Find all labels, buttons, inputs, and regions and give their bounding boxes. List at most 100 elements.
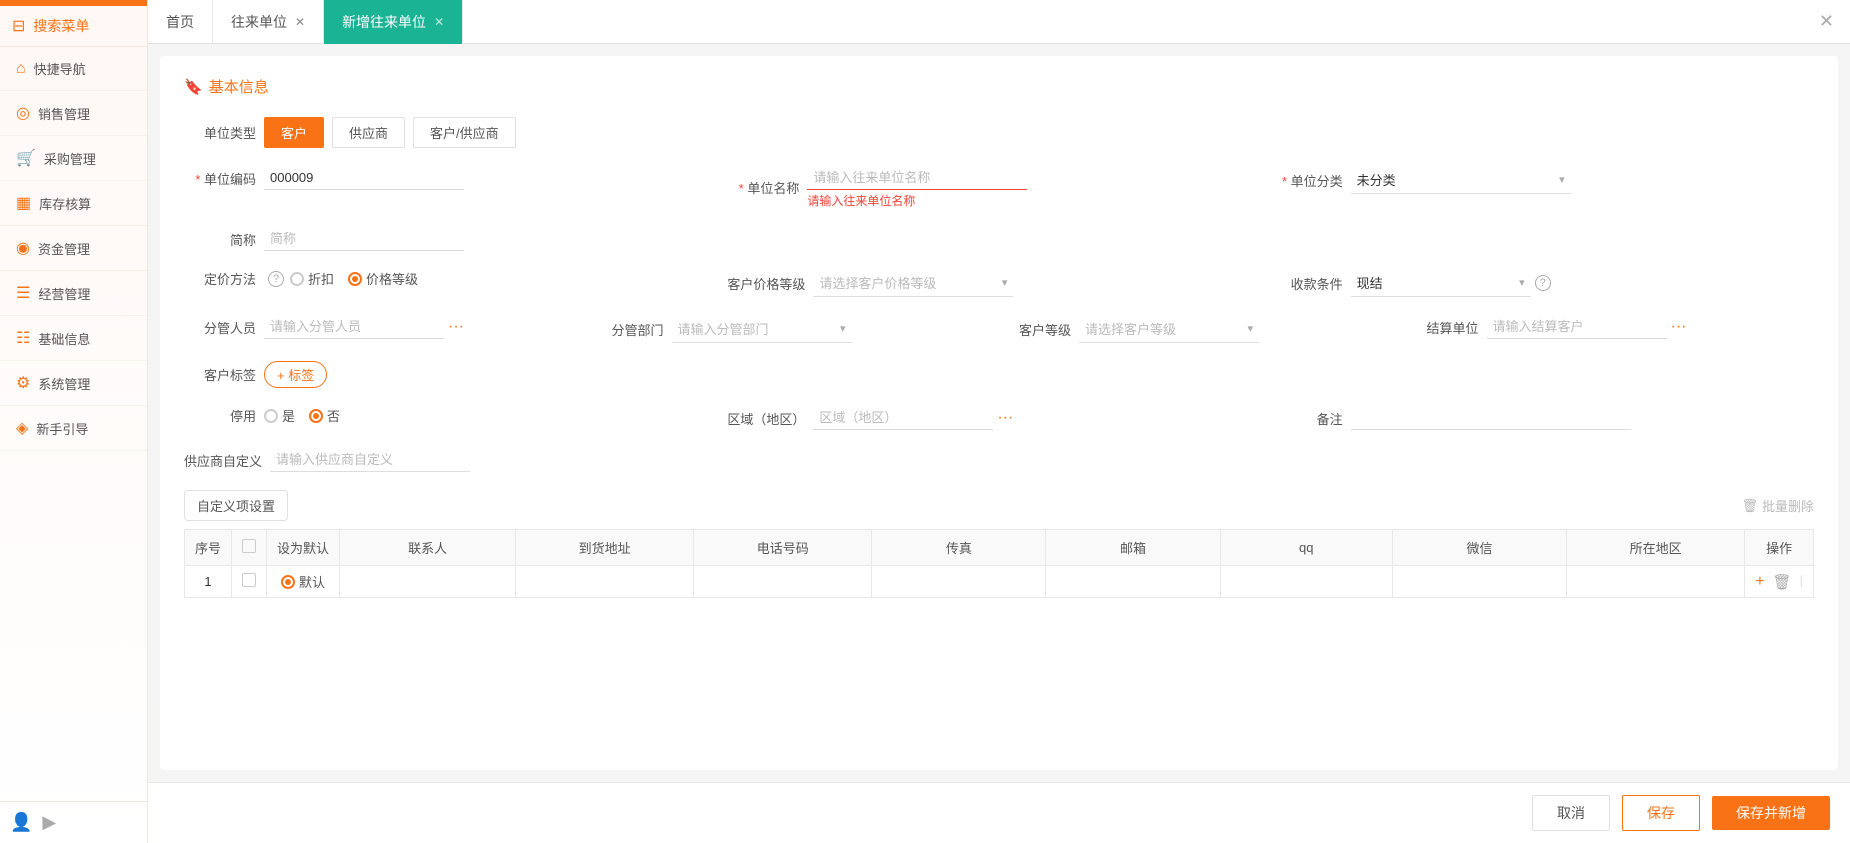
section-title: 基本信息 xyxy=(209,76,269,97)
col-contact: 联系人 xyxy=(340,530,516,566)
sidebar-item-base[interactable]: ☷ 基础信息 xyxy=(0,316,147,361)
phone-input[interactable] xyxy=(704,574,861,589)
unit-code-label: 单位编码 xyxy=(184,169,264,188)
short-name-input[interactable] xyxy=(264,227,464,251)
cancel-button[interactable]: 取消 xyxy=(1532,795,1610,831)
pricing-help-icon[interactable]: ? xyxy=(268,271,284,287)
tab-new-partner[interactable]: 新增往来单位 ✕ xyxy=(324,0,463,44)
wechat-input[interactable] xyxy=(1403,574,1556,589)
contact-input[interactable] xyxy=(350,574,505,589)
region-field: 区域（地区） ··· xyxy=(727,406,1270,430)
pricing-radio-group: 折扣 价格等级 xyxy=(290,269,418,288)
sidebar-item-operations[interactable]: ☰ 经营管理 xyxy=(0,271,147,316)
row-region[interactable] xyxy=(1567,566,1745,598)
tab-partners-close[interactable]: ✕ xyxy=(295,15,305,29)
customer-tag-field: 客户标签 + 标签 xyxy=(184,361,1814,388)
sidebar-item-system[interactable]: ⚙ 系统管理 xyxy=(0,361,147,406)
pricing-level[interactable]: 价格等级 xyxy=(348,269,418,288)
department-select[interactable]: 请输入分管部门 ▾ xyxy=(672,315,852,343)
unit-category-field: 单位分类 未分类 ▾ xyxy=(1271,166,1814,194)
unit-type-row: 单位类型 客户 供应商 客户/供应商 xyxy=(184,117,1814,148)
settlement-more-icon[interactable]: ··· xyxy=(1671,318,1687,336)
row-phone[interactable] xyxy=(694,566,872,598)
save-button[interactable]: 保存 xyxy=(1622,795,1700,831)
qq-input[interactable] xyxy=(1231,574,1382,589)
row-checkbox[interactable] xyxy=(232,566,267,598)
address-input[interactable] xyxy=(526,574,683,589)
payment-terms-field: 收款条件 现结 ▾ ? xyxy=(1271,269,1814,297)
custom-settings-button[interactable]: 自定义项设置 xyxy=(184,490,288,521)
payment-terms-select[interactable]: 现结 ▾ xyxy=(1351,269,1531,297)
tab-new-partner-close[interactable]: ✕ xyxy=(434,15,444,29)
region-input[interactable] xyxy=(813,406,993,430)
expand-icon[interactable]: ▶ xyxy=(42,812,56,833)
row-fax[interactable] xyxy=(872,566,1046,598)
col-qq: qq xyxy=(1220,530,1392,566)
manager-more-icon[interactable]: ··· xyxy=(448,318,464,336)
payment-help-icon[interactable]: ? xyxy=(1535,275,1551,291)
settlement-unit-field: 结算单位 ··· xyxy=(1407,315,1815,339)
col-address: 到货地址 xyxy=(516,530,694,566)
add-tag-button[interactable]: + 标签 xyxy=(264,361,327,388)
email-input[interactable] xyxy=(1056,574,1209,589)
pricing-discount[interactable]: 折扣 xyxy=(290,269,334,288)
disabled-yes[interactable]: 是 xyxy=(264,406,295,425)
disabled-field: 停用 是 否 xyxy=(184,406,727,425)
row-contact[interactable] xyxy=(340,566,516,598)
tab-home[interactable]: 首页 xyxy=(148,0,213,44)
disabled-no[interactable]: 否 xyxy=(309,406,340,425)
unit-category-label: 单位分类 xyxy=(1271,171,1351,190)
unit-category-select[interactable]: 未分类 ▾ xyxy=(1351,166,1571,194)
sidebar-item-quick-nav[interactable]: ⌂ 快捷导航 xyxy=(0,47,147,91)
sidebar-item-label: 快捷导航 xyxy=(34,59,86,78)
manager-input[interactable] xyxy=(264,315,444,339)
sidebar-search[interactable]: ⊟ 搜索菜单 xyxy=(0,6,147,47)
unit-type-both[interactable]: 客户/供应商 xyxy=(413,117,516,148)
delete-row-button[interactable]: 🗑 xyxy=(1773,573,1792,591)
unit-name-input[interactable] xyxy=(807,166,1027,190)
sidebar-item-inventory[interactable]: ▦ 库存核算 xyxy=(0,181,147,226)
unit-name-field: 单位名称 请输入往来单位名称 xyxy=(727,166,1270,209)
settlement-unit-input[interactable] xyxy=(1487,315,1667,339)
remark-input[interactable] xyxy=(1351,406,1631,430)
col-region: 所在地区 xyxy=(1567,530,1745,566)
short-name-field: 简称 xyxy=(184,227,584,251)
sidebar-item-sales[interactable]: ◎ 销售管理 xyxy=(0,91,147,136)
select-all-checkbox[interactable] xyxy=(242,539,256,553)
fax-input[interactable] xyxy=(882,574,1035,589)
row-qq[interactable] xyxy=(1220,566,1392,598)
sidebar-item-finance[interactable]: ◉ 资金管理 xyxy=(0,226,147,271)
short-name-label: 简称 xyxy=(184,230,264,249)
add-row-button[interactable]: + xyxy=(1755,573,1764,591)
region-more-icon[interactable]: ··· xyxy=(997,409,1013,427)
sidebar-item-purchase[interactable]: 🛒 采购管理 xyxy=(0,136,147,181)
operations-icon: ☰ xyxy=(16,283,30,303)
row-default-radio[interactable]: 默认 xyxy=(277,572,329,591)
row-wechat[interactable] xyxy=(1392,566,1566,598)
department-field: 分管部门 请输入分管部门 ▾ xyxy=(592,315,1000,343)
user-icon[interactable]: 👤 xyxy=(10,812,32,833)
tab-partners[interactable]: 往来单位 ✕ xyxy=(213,0,324,44)
row-region-input[interactable] xyxy=(1577,574,1734,589)
row-address[interactable] xyxy=(516,566,694,598)
chevron-down-icon: ▾ xyxy=(1519,276,1525,289)
customer-price-level-select[interactable]: 请选择客户价格等级 ▾ xyxy=(813,269,1013,297)
row-email[interactable] xyxy=(1046,566,1220,598)
scroll-indicator: | xyxy=(1800,573,1803,591)
supplier-custom-input[interactable] xyxy=(270,448,470,472)
close-all-tabs[interactable]: ✕ xyxy=(1803,11,1850,32)
sidebar-item-label: 销售管理 xyxy=(38,104,90,123)
unit-code-input[interactable] xyxy=(264,166,464,190)
unit-type-supplier[interactable]: 供应商 xyxy=(332,117,405,148)
sidebar-item-newbie[interactable]: ◈ 新手引导 xyxy=(0,406,147,451)
row-select-checkbox[interactable] xyxy=(242,573,256,587)
batch-delete-button[interactable]: 🗑 批量删除 xyxy=(1741,496,1814,515)
sidebar-item-label: 采购管理 xyxy=(44,149,96,168)
save-new-button[interactable]: 保存并新增 xyxy=(1712,796,1830,830)
main-content: 首页 往来单位 ✕ 新增往来单位 ✕ ✕ 🔖 基本信息 单位类型 客户 供应商 xyxy=(148,0,1850,843)
sidebar-item-label: 库存核算 xyxy=(39,194,91,213)
customer-level-select[interactable]: 请选择客户等级 ▾ xyxy=(1079,315,1259,343)
chevron-down-icon: ▾ xyxy=(1559,173,1565,186)
disabled-radio-group: 是 否 xyxy=(264,406,340,425)
unit-type-customer[interactable]: 客户 xyxy=(264,117,324,148)
